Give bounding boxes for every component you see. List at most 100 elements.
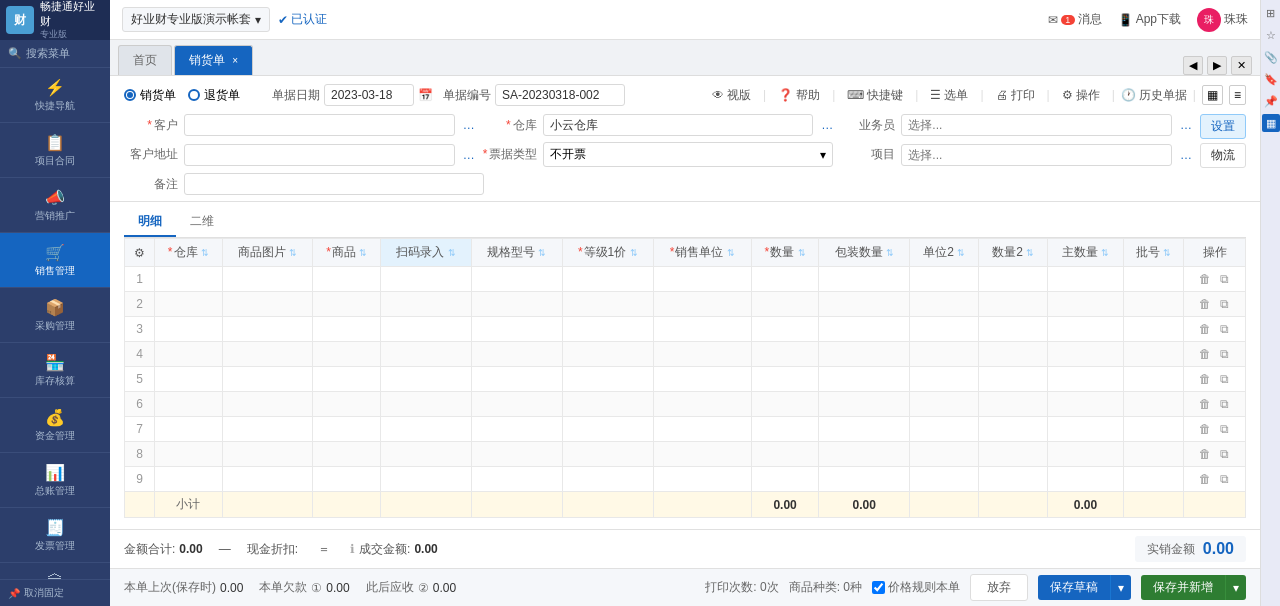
save-draft-arrow-button[interactable]: ▾ — [1110, 575, 1131, 600]
row-copy-btn[interactable]: ⧉ — [1217, 371, 1233, 387]
customer-input[interactable] — [184, 114, 455, 136]
messages-action[interactable]: ✉ 1 消息 — [1048, 11, 1102, 28]
sales-rep-dots[interactable]: … — [1180, 118, 1192, 132]
radio-sales-bill[interactable]: 销货单 — [124, 87, 176, 104]
rpanel-btn-5[interactable]: 📌 — [1262, 92, 1280, 110]
sidebar-item-inventory[interactable]: 🏪库存核算 — [0, 343, 110, 398]
rpanel-btn-4[interactable]: 🔖 — [1262, 70, 1280, 88]
save-draft-button[interactable]: 保存草稿 — [1038, 575, 1110, 600]
row-copy-btn[interactable]: ⧉ — [1217, 471, 1233, 487]
row-delete-btn[interactable]: 🗑 — [1197, 421, 1213, 437]
sidebar-item-quick-nav[interactable]: ⚡快捷导航 — [0, 68, 110, 123]
sales-rep-input[interactable] — [901, 114, 1172, 136]
ops-btn[interactable]: ⚙操作 — [1056, 85, 1106, 106]
form-note-row: 备注 — [124, 173, 1192, 195]
order-no-input[interactable] — [495, 84, 625, 106]
print-btn[interactable]: 🖨打印 — [990, 85, 1041, 106]
row-copy-btn[interactable]: ⧉ — [1217, 346, 1233, 362]
rpanel-btn-3[interactable]: 📎 — [1262, 48, 1280, 66]
th-warehouse: 仓库 ⇅ — [155, 239, 223, 267]
sidebar-search[interactable]: 🔍 搜索菜单 — [0, 40, 110, 68]
rpanel-btn-1[interactable]: ⊞ — [1262, 4, 1280, 22]
app-download-action[interactable]: 📱 App下载 — [1118, 11, 1181, 28]
sidebar-item-acct[interactable]: 📊总账管理 — [0, 453, 110, 508]
sidebar-item-project[interactable]: 📋项目合同 — [0, 123, 110, 178]
sidebar-item-invoice[interactable]: 🧾发票管理 — [0, 508, 110, 563]
sidebar-item-purchase[interactable]: 📦采购管理 — [0, 288, 110, 343]
addr-dots[interactable]: … — [463, 148, 475, 162]
customer-addr-input[interactable] — [184, 144, 455, 166]
table-tab-2d[interactable]: 二维 — [176, 208, 228, 237]
save-new-button[interactable]: 保存并新增 — [1141, 575, 1225, 600]
row-delete-btn[interactable]: 🗑 — [1197, 446, 1213, 462]
th-qty: 数量 ⇅ — [751, 239, 819, 267]
info-icon[interactable]: ℹ — [350, 542, 355, 556]
invoice-type-select[interactable]: 不开票 ▾ — [543, 142, 833, 167]
tab-next-btn[interactable]: ▶ — [1207, 56, 1227, 75]
row-delete-btn[interactable]: 🗑 — [1197, 321, 1213, 337]
view-btn[interactable]: 👁视版 — [706, 85, 757, 106]
company-select[interactable]: 好业财专业版演示帐套 ▾ — [122, 7, 270, 32]
price-rule-checkbox[interactable]: 价格规则本单 — [872, 579, 960, 596]
help-btn[interactable]: ❓帮助 — [772, 85, 826, 106]
radio-return-bill[interactable]: 退货单 — [188, 87, 240, 104]
save-new-arrow-button[interactable]: ▾ — [1225, 575, 1246, 600]
row-copy-btn[interactable]: ⧉ — [1217, 446, 1233, 462]
logo-name: 畅捷通好业财 — [40, 0, 104, 28]
row-delete-btn[interactable]: 🗑 — [1197, 296, 1213, 312]
rpanel-btn-2[interactable]: ☆ — [1262, 26, 1280, 44]
message-badge: 1 — [1061, 15, 1075, 25]
warehouse-label: 仓库 — [483, 117, 537, 134]
sidebar-bottom-unpin[interactable]: 📌 取消固定 — [0, 579, 110, 606]
history-btn[interactable]: 🕐历史单据 — [1121, 87, 1187, 104]
row-delete-btn[interactable]: 🗑 — [1197, 396, 1213, 412]
tab-close-icon[interactable]: × — [232, 55, 238, 66]
row-delete-btn[interactable]: 🗑 — [1197, 471, 1213, 487]
abandon-button[interactable]: 放弃 — [970, 574, 1028, 601]
form-area: 销货单 退货单 单据日期 📅 单据编号 👁视版 — [110, 76, 1260, 202]
select-btn[interactable]: ☰选单 — [924, 85, 974, 106]
sidebar-item-tax[interactable]: 🏛税务管理 — [0, 563, 110, 579]
row-copy-btn[interactable]: ⧉ — [1217, 271, 1233, 287]
table-tab-detail[interactable]: 明细 — [124, 208, 176, 237]
certified-icon: ✔ — [278, 13, 288, 27]
row-copy-btn[interactable]: ⧉ — [1217, 296, 1233, 312]
row-delete-btn[interactable]: 🗑 — [1197, 371, 1213, 387]
tab-close-all-btn[interactable]: ✕ — [1231, 56, 1252, 75]
customer-dots[interactable]: … — [463, 118, 475, 132]
note-input[interactable] — [184, 173, 484, 195]
warehouse-input[interactable] — [543, 114, 814, 136]
table-scroll[interactable]: ⚙ 仓库 ⇅ 商品图片 ⇅ 商品 ⇅ 扫码录入 ⇅ 规格型号 ⇅ 等级1价 ⇅ … — [124, 238, 1246, 529]
user-action[interactable]: 珠 珠珠 — [1197, 8, 1248, 32]
tab-prev-btn[interactable]: ◀ — [1183, 56, 1203, 75]
shortcuts-btn[interactable]: ⌨快捷键 — [841, 85, 909, 106]
table-view-icon2[interactable]: ≡ — [1229, 85, 1246, 105]
date-input[interactable] — [324, 84, 414, 106]
th-price: 等级1价 ⇅ — [562, 239, 653, 267]
sidebar-item-marketing[interactable]: 📣营销推广 — [0, 178, 110, 233]
calendar-icon[interactable]: 📅 — [418, 88, 433, 102]
row-delete-btn[interactable]: 🗑 — [1197, 271, 1213, 287]
table-row: 2🗑⧉ — [125, 292, 1246, 317]
logistics-button[interactable]: 物流 — [1200, 143, 1246, 168]
sidebar-item-sales[interactable]: 🛒销售管理 — [0, 233, 110, 288]
setup-button[interactable]: 设置 — [1200, 114, 1246, 139]
project-dots[interactable]: … — [1180, 148, 1192, 162]
rpanel-btn-6[interactable]: ▦ — [1262, 114, 1280, 132]
prev-order-label: 本单上次(保存时) — [124, 579, 216, 596]
amount-total: 金额合计: 0.00 — [124, 541, 203, 558]
row-copy-btn[interactable]: ⧉ — [1217, 421, 1233, 437]
sidebar-item-funds[interactable]: 💰资金管理 — [0, 398, 110, 453]
price-rule-check[interactable] — [872, 581, 885, 594]
row-copy-btn[interactable]: ⧉ — [1217, 396, 1233, 412]
table-view-icon1[interactable]: ▦ — [1202, 85, 1223, 105]
warehouse-dots[interactable]: … — [821, 118, 833, 132]
row-copy-btn[interactable]: ⧉ — [1217, 321, 1233, 337]
th-gear[interactable]: ⚙ — [125, 239, 155, 267]
project-input[interactable] — [901, 144, 1172, 166]
tab-sales-bill[interactable]: 销货单 × — [174, 45, 253, 75]
tab-home[interactable]: 首页 — [118, 45, 172, 75]
row-delete-btn[interactable]: 🗑 — [1197, 346, 1213, 362]
customer-addr-field: 客户地址 … — [124, 142, 475, 167]
amount-discount: 现金折扣: — [247, 541, 298, 558]
